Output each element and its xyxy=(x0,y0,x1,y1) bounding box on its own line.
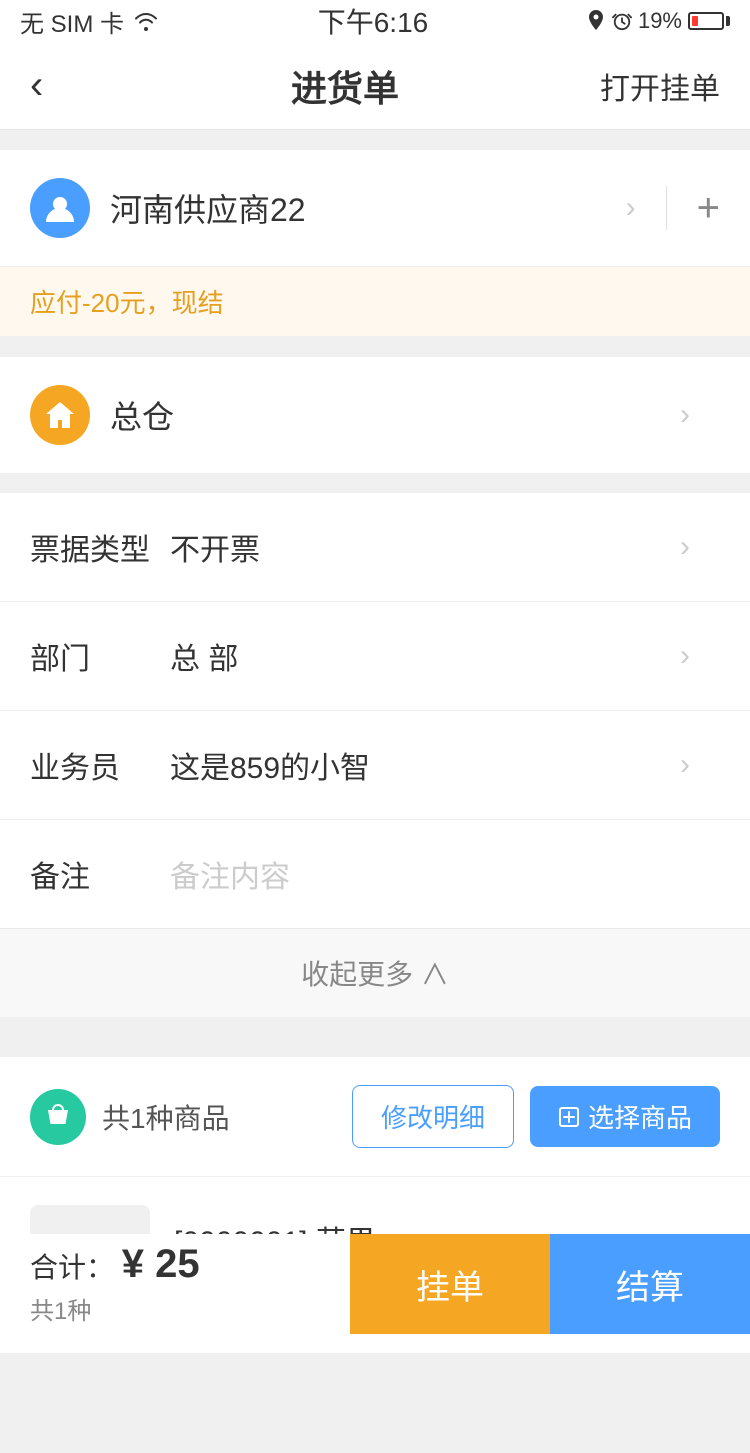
modify-detail-button[interactable]: 修改明细 xyxy=(352,1085,514,1148)
dept-label: 部门 xyxy=(30,634,170,678)
divider-1 xyxy=(0,130,750,150)
wifi-icon xyxy=(132,11,160,31)
plus-divider xyxy=(666,186,667,230)
select-btn-label: 选择商品 xyxy=(588,1098,692,1135)
sales-row[interactable]: 业务员 这是859的小智 › xyxy=(0,711,750,820)
invoice-row[interactable]: 票据类型 不开票 › xyxy=(0,493,750,602)
sales-label: 业务员 xyxy=(30,743,170,787)
status-time: 下午6:16 xyxy=(318,1,429,41)
hang-button[interactable]: 挂单 xyxy=(350,1234,550,1334)
supplier-name: 河南供应商22 xyxy=(110,185,626,231)
remark-row[interactable]: 备注 备注内容 xyxy=(0,820,750,928)
supplier-notice: 应付-20元，现结 xyxy=(0,267,750,337)
warehouse-section: 总仓 › xyxy=(0,357,750,473)
divider-2 xyxy=(0,337,750,357)
form-section: 票据类型 不开票 › 部门 总 部 › 业务员 这是859的小智 › 备注 备注… xyxy=(0,493,750,928)
invoice-label: 票据类型 xyxy=(30,525,170,569)
checkout-button[interactable]: 结算 xyxy=(550,1234,750,1334)
warehouse-row[interactable]: 总仓 › xyxy=(0,357,750,473)
home-icon xyxy=(43,398,77,432)
dept-value: 总 部 xyxy=(170,634,680,678)
bag-icon xyxy=(43,1102,73,1132)
dept-chevron-icon: › xyxy=(680,639,690,673)
status-left: 无 SIM 卡 xyxy=(20,4,160,39)
select-icon xyxy=(558,1106,580,1128)
alarm-icon xyxy=(612,10,632,32)
back-button[interactable]: ‹ xyxy=(30,63,90,108)
location-icon xyxy=(586,10,606,32)
dept-row[interactable]: 部门 总 部 › xyxy=(0,602,750,711)
cart-icon xyxy=(30,1089,86,1145)
supplier-avatar xyxy=(30,178,90,238)
nav-bar: ‹ 进货单 打开挂单 xyxy=(0,42,750,130)
invoice-chevron-icon: › xyxy=(680,530,690,564)
invoice-value: 不开票 xyxy=(170,525,680,569)
remark-input[interactable]: 备注内容 xyxy=(170,852,720,896)
sales-chevron-icon: › xyxy=(680,748,690,782)
collapse-row[interactable]: 收起更多 ∧ xyxy=(0,928,750,1017)
products-count: 共1种商品 xyxy=(102,1097,352,1137)
add-supplier-icon[interactable]: + xyxy=(697,186,720,231)
sales-value: 这是859的小智 xyxy=(170,743,680,787)
warehouse-name: 总仓 xyxy=(110,392,680,438)
battery-text: 19% xyxy=(638,8,682,34)
supplier-chevron-icon: › xyxy=(626,191,636,225)
battery-icon xyxy=(688,12,730,30)
status-right: 19% xyxy=(586,8,730,34)
divider-3 xyxy=(0,473,750,493)
divider-4 xyxy=(0,1017,750,1037)
page-title: 进货单 xyxy=(291,60,399,112)
sim-text: 无 SIM 卡 xyxy=(20,4,124,39)
products-header: 共1种商品 修改明细 选择商品 xyxy=(0,1057,750,1177)
status-bar: 无 SIM 卡 下午6:16 19% xyxy=(0,0,750,42)
supplier-section: 河南供应商22 › + 应付-20元，现结 xyxy=(0,150,750,337)
total-line: 合计： ¥ 25 xyxy=(30,1242,320,1287)
total-area: 合计： ¥ 25 共1种 xyxy=(0,1242,350,1326)
user-icon xyxy=(42,190,78,226)
warehouse-icon xyxy=(30,385,90,445)
supplier-row[interactable]: 河南供应商22 › + xyxy=(0,150,750,267)
select-product-button[interactable]: 选择商品 xyxy=(530,1086,720,1147)
total-count: 共1种 xyxy=(30,1291,320,1326)
open-hang-button[interactable]: 打开挂单 xyxy=(600,64,720,108)
total-amount: ¥ 25 xyxy=(122,1242,200,1286)
warehouse-chevron-icon: › xyxy=(680,398,690,432)
remark-label: 备注 xyxy=(30,852,170,896)
bottom-bar: 合计： ¥ 25 共1种 挂单 结算 xyxy=(0,1234,750,1334)
total-label: 合计： xyxy=(30,1252,114,1283)
